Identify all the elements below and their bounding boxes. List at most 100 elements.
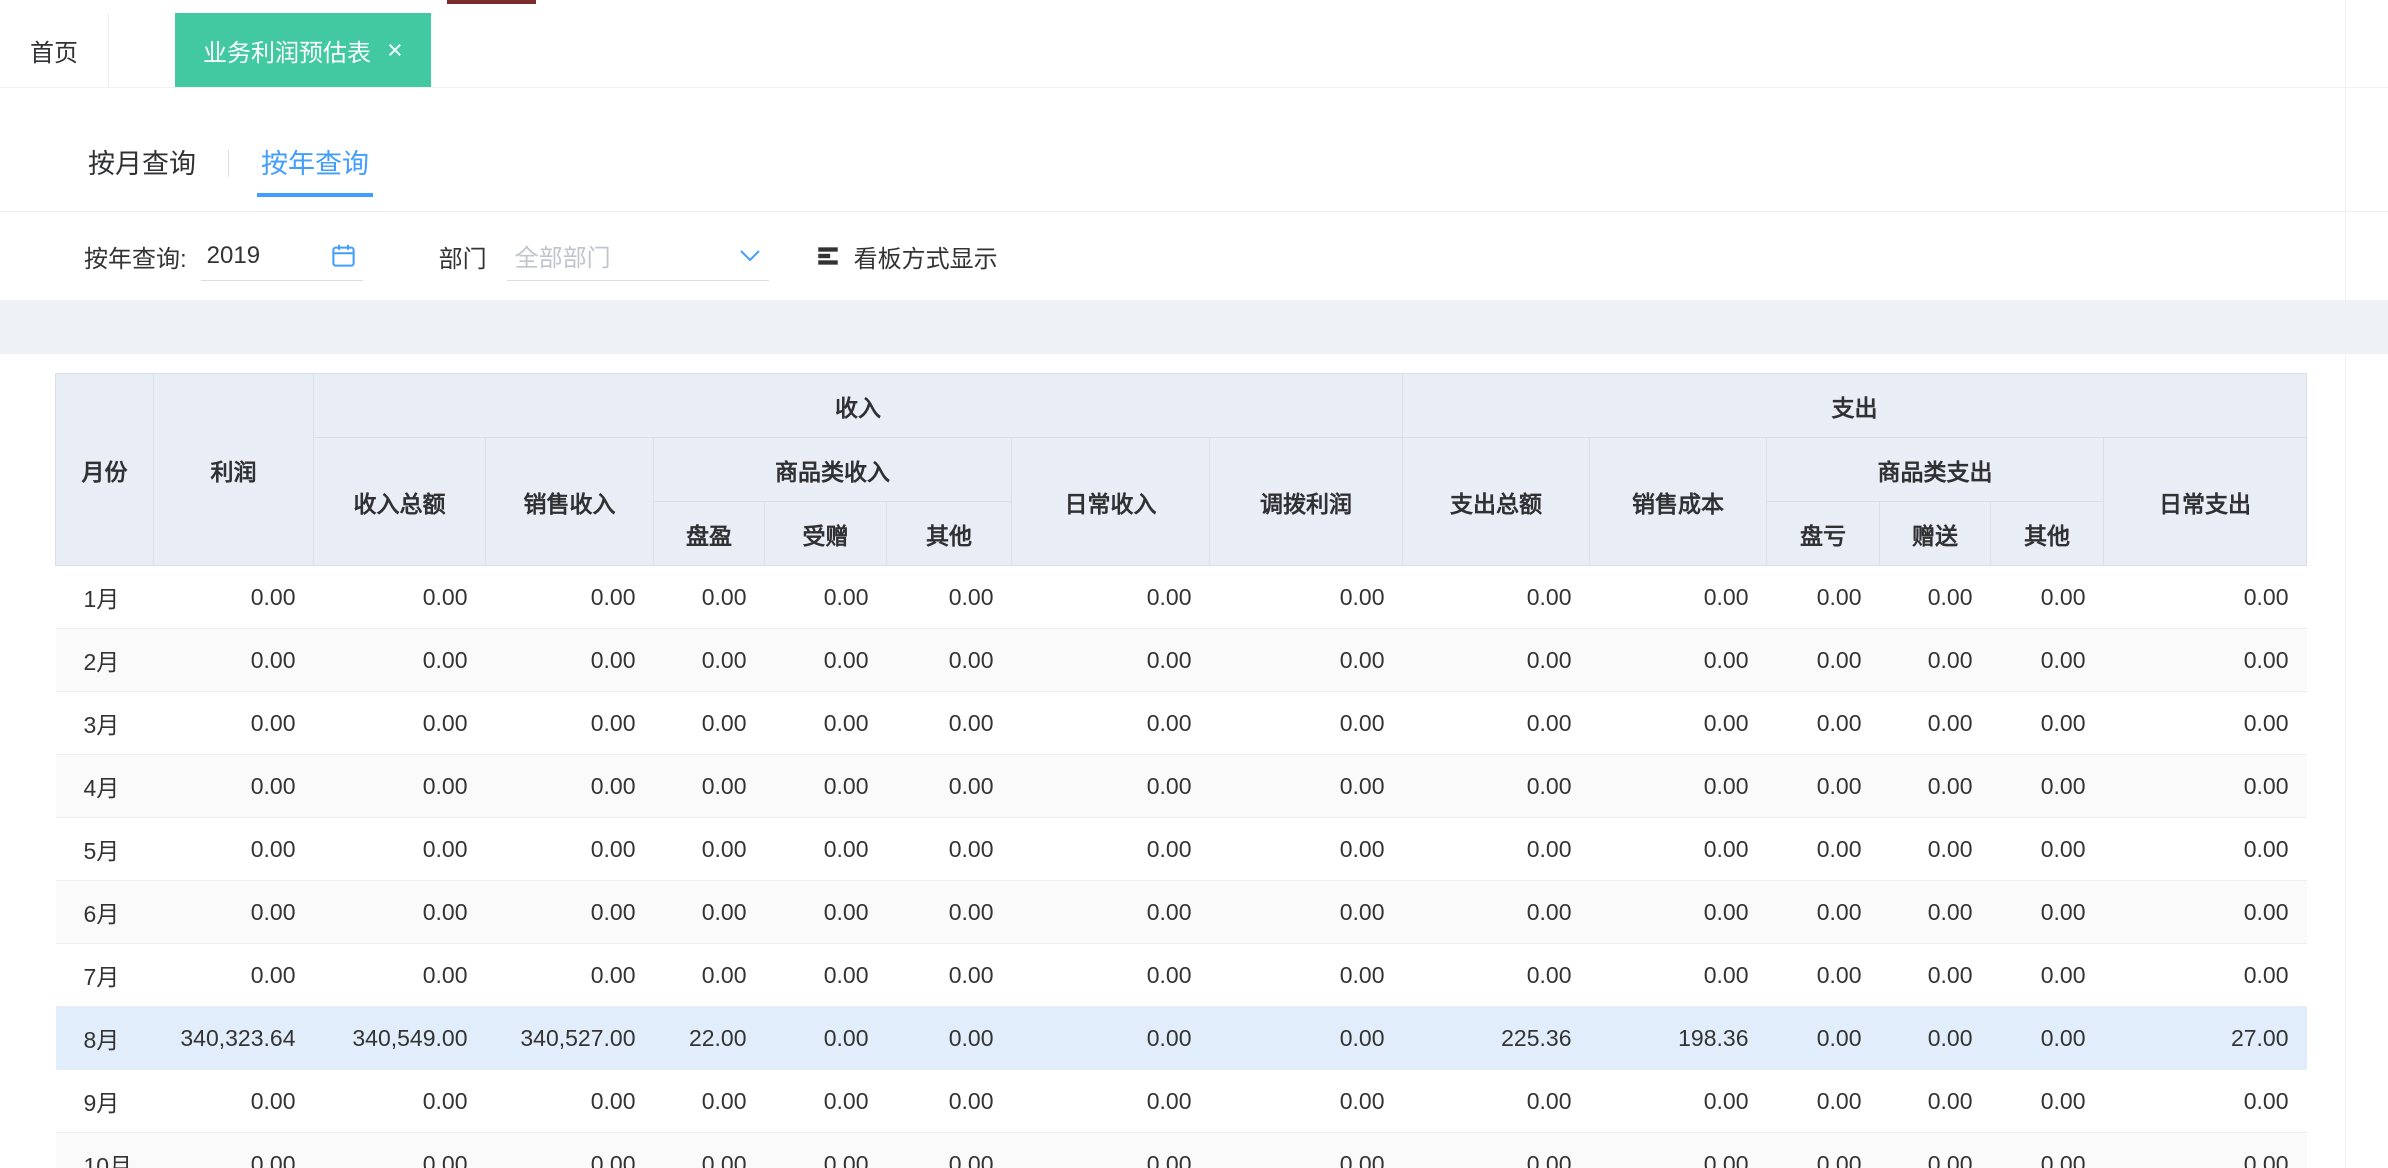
value-cell: 0.00 <box>886 943 1012 1007</box>
value-cell: 0.00 <box>2103 1069 2307 1133</box>
value-cell: 0.00 <box>1209 628 1403 692</box>
query-mode-tabs: 按月查询 按年查询 <box>0 88 2388 212</box>
value-cell: 0.00 <box>153 880 314 944</box>
value-cell: 225.36 <box>1402 1006 1590 1070</box>
value-cell: 0.00 <box>153 1069 314 1133</box>
col-income-total: 收入总额 <box>313 437 486 566</box>
value-cell: 0.00 <box>764 880 887 944</box>
value-cell: 0.00 <box>653 943 765 1007</box>
table-row[interactable]: 5月 0.00 0.00 0.00 0.00 0.00 0.00 0.00 0.00 0.00 0.… <box>55 817 2307 881</box>
value-cell: 0.00 <box>153 628 314 692</box>
value-cell: 0.00 <box>1589 565 1767 629</box>
value-cell: 0.00 <box>1209 1006 1403 1070</box>
calendar-icon[interactable] <box>330 242 357 269</box>
tab-home[interactable]: 首页 <box>0 13 109 87</box>
value-cell: 0.00 <box>485 565 654 629</box>
value-cell: 0.00 <box>1879 817 1991 881</box>
table-row[interactable]: 2月 0.00 0.00 0.00 0.00 0.00 0.00 0.00 0.00 0.00 0.… <box>55 628 2307 692</box>
value-cell: 0.00 <box>886 1132 1012 1168</box>
value-cell: 0.00 <box>1766 754 1880 818</box>
value-cell: 0.00 <box>886 565 1012 629</box>
value-cell: 0.00 <box>1011 817 1210 881</box>
value-cell: 0.00 <box>1766 691 1880 755</box>
col-gift-given: 赠送 <box>1879 501 1991 566</box>
value-cell: 0.00 <box>764 754 887 818</box>
value-cell: 0.00 <box>1589 1069 1767 1133</box>
col-inventory-loss: 盘亏 <box>1766 501 1880 566</box>
value-cell: 0.00 <box>485 817 654 881</box>
value-cell: 0.00 <box>653 1132 765 1168</box>
value-cell: 0.00 <box>1990 565 2104 629</box>
value-cell: 0.00 <box>1990 943 2104 1007</box>
table-row[interactable]: 8月 340,323.64 340,549.00 340,527.00 22.00 0.0… <box>55 1006 2307 1070</box>
value-cell: 0.00 <box>764 943 887 1007</box>
value-cell: 0.00 <box>1402 817 1590 881</box>
value-cell: 0.00 <box>1766 1069 1880 1133</box>
table-row[interactable]: 10月 0.00 0.00 0.00 0.00 0.00 0.00 0.00 0.00 0.00 0… <box>55 1132 2307 1168</box>
value-cell: 0.00 <box>1879 880 1991 944</box>
value-cell: 0.00 <box>153 565 314 629</box>
table-row[interactable]: 7月 0.00 0.00 0.00 0.00 0.00 0.00 0.00 0.00 0.00 0.… <box>55 943 2307 1007</box>
value-cell: 0.00 <box>1879 691 1991 755</box>
value-cell: 0.00 <box>653 628 765 692</box>
value-cell: 0.00 <box>1879 1132 1991 1168</box>
value-cell: 0.00 <box>2103 754 2307 818</box>
value-cell: 0.00 <box>1990 880 2104 944</box>
value-cell: 0.00 <box>1589 943 1767 1007</box>
value-cell: 0.00 <box>764 817 887 881</box>
value-cell: 0.00 <box>1879 565 1991 629</box>
table-row[interactable]: 3月 0.00 0.00 0.00 0.00 0.00 0.00 0.00 0.00 0.00 0.… <box>55 691 2307 755</box>
value-cell: 0.00 <box>764 691 887 755</box>
value-cell: 0.00 <box>653 817 765 881</box>
value-cell: 0.00 <box>1209 1069 1403 1133</box>
col-income-other: 其他 <box>886 501 1012 566</box>
board-display-label: 看板方式显示 <box>853 245 998 273</box>
value-cell: 0.00 <box>1011 565 1210 629</box>
col-group-income: 收入 <box>313 373 1403 438</box>
value-cell: 22.00 <box>653 1006 765 1070</box>
filter-bar: 按年查询: 2019 部门 全部部门 看板方式显示 <box>0 212 2388 300</box>
value-cell: 0.00 <box>1011 754 1210 818</box>
value-cell: 198.36 <box>1589 1006 1767 1070</box>
department-select[interactable]: 全部部门 <box>506 231 769 281</box>
tab-profit-forecast[interactable]: 业务利润预估表 × <box>175 13 431 87</box>
value-cell: 0.00 <box>2103 943 2307 1007</box>
table-row[interactable]: 9月 0.00 0.00 0.00 0.00 0.00 0.00 0.00 0.00 0.00 0.… <box>55 1069 2307 1133</box>
tab-monthly-query[interactable]: 按月查询 <box>84 142 200 197</box>
table-row[interactable]: 4月 0.00 0.00 0.00 0.00 0.00 0.00 0.00 0.00 0.00 0.… <box>55 754 2307 818</box>
year-input[interactable]: 2019 <box>200 231 363 281</box>
col-daily-income: 日常收入 <box>1011 437 1210 566</box>
table-row[interactable]: 1月 0.00 0.00 0.00 0.00 0.00 0.00 0.00 0.00 0.00 0.… <box>55 565 2307 629</box>
value-cell: 0.00 <box>1990 817 2104 881</box>
value-cell: 0.00 <box>653 1069 765 1133</box>
value-cell: 0.00 <box>313 754 486 818</box>
value-cell: 0.00 <box>886 691 1012 755</box>
value-cell: 0.00 <box>2103 1132 2307 1168</box>
value-cell: 0.00 <box>485 754 654 818</box>
value-cell: 0.00 <box>1990 1006 2104 1070</box>
value-cell: 0.00 <box>1879 1069 1991 1133</box>
month-cell: 3月 <box>55 691 154 755</box>
value-cell: 0.00 <box>153 943 314 1007</box>
top-accent-strip <box>447 0 536 4</box>
value-cell: 0.00 <box>153 754 314 818</box>
value-cell: 0.00 <box>313 1132 486 1168</box>
table-header: 月份 利润 收入 支出 收入总额 销售收入 商品类收入 日常收入 调拨利润 支出… <box>55 373 2307 566</box>
value-cell: 0.00 <box>1766 817 1880 881</box>
value-cell: 0.00 <box>1589 817 1767 881</box>
value-cell: 0.00 <box>1879 943 1991 1007</box>
board-display-toggle[interactable]: 看板方式显示 <box>815 239 998 274</box>
value-cell: 0.00 <box>764 565 887 629</box>
value-cell: 0.00 <box>653 565 765 629</box>
table-row[interactable]: 6月 0.00 0.00 0.00 0.00 0.00 0.00 0.00 0.00 0.00 0.… <box>55 880 2307 944</box>
scrollbar-track[interactable] <box>2345 0 2346 1168</box>
value-cell: 0.00 <box>886 880 1012 944</box>
value-cell: 0.00 <box>313 817 486 881</box>
tab-yearly-query[interactable]: 按年查询 <box>257 142 373 197</box>
value-cell: 0.00 <box>1879 754 1991 818</box>
value-cell: 0.00 <box>653 754 765 818</box>
close-tab-icon[interactable]: × <box>387 36 403 64</box>
value-cell: 0.00 <box>1209 565 1403 629</box>
value-cell: 0.00 <box>1209 754 1403 818</box>
value-cell: 0.00 <box>1209 691 1403 755</box>
